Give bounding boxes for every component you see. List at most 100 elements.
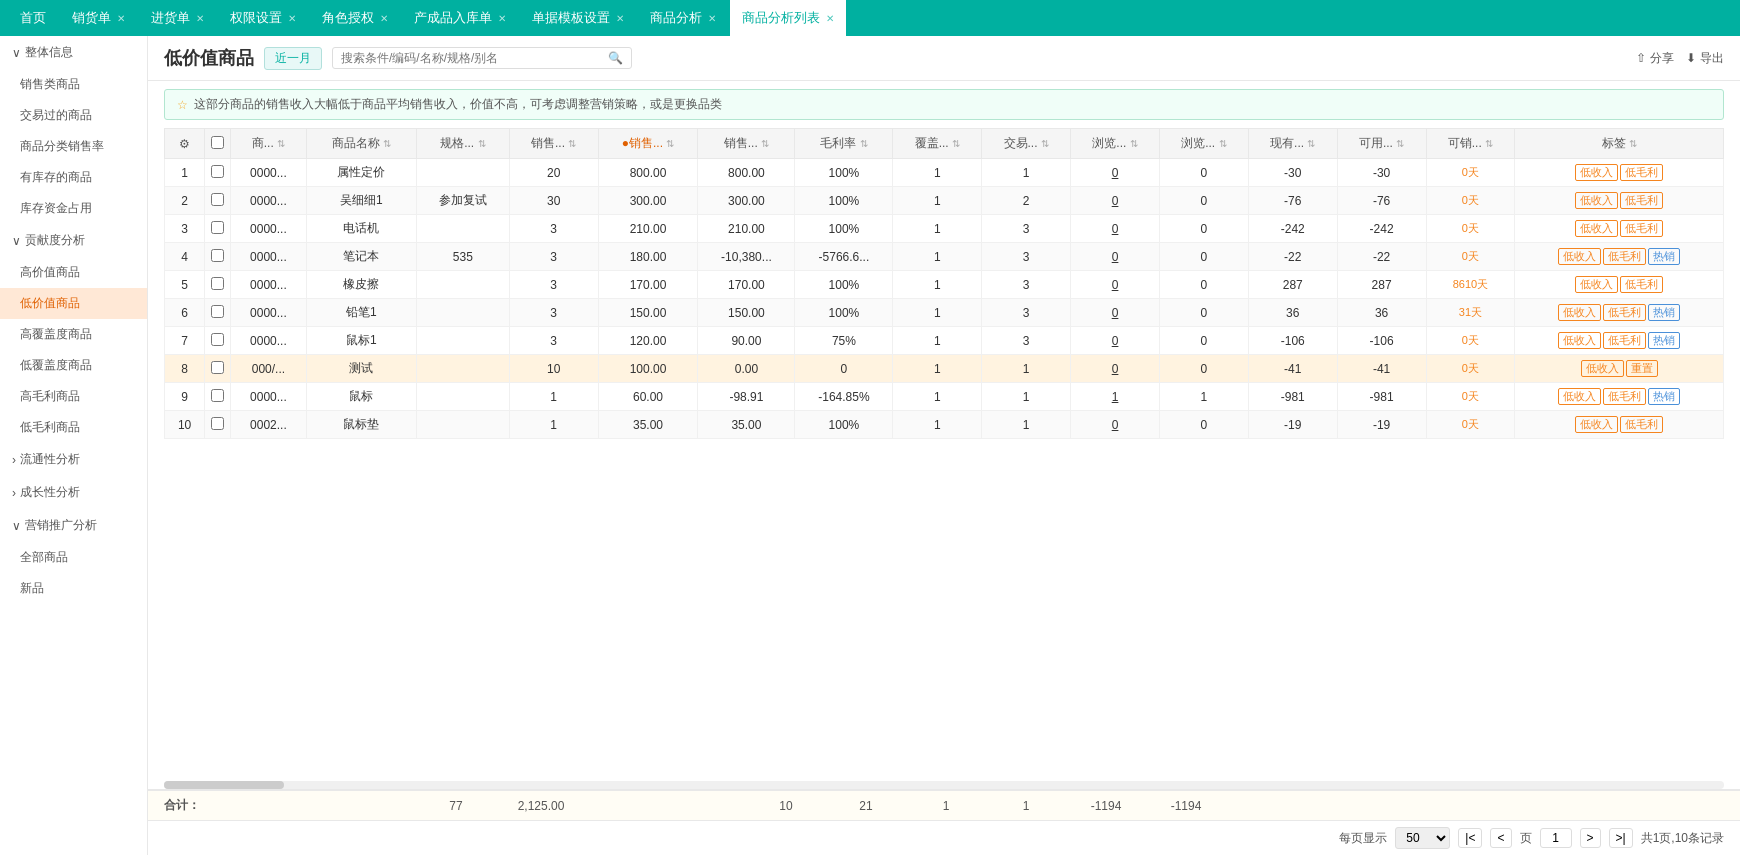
cell-checkbox[interactable] — [205, 243, 231, 271]
cell-checkbox[interactable] — [205, 411, 231, 439]
sort-spec-icon[interactable]: ⇅ — [478, 138, 486, 149]
sort-id-icon[interactable]: ⇅ — [277, 138, 285, 149]
sidebar-group-growth[interactable]: › 成长性分析 — [0, 476, 147, 509]
browse1-link[interactable]: 0 — [1112, 418, 1119, 432]
select-all-checkbox[interactable] — [211, 136, 224, 149]
nav-permission-close-icon[interactable]: ✕ — [288, 13, 296, 24]
sidebar-item-high-margin[interactable]: 高毛利商品 — [0, 381, 147, 412]
sort-cur-icon[interactable]: ⇅ — [1307, 138, 1315, 149]
sidebar-item-stock-products[interactable]: 有库存的商品 — [0, 162, 147, 193]
col-margin[interactable]: 毛利率 ⇅ — [795, 129, 893, 159]
nav-home[interactable]: 首页 — [8, 0, 58, 36]
sort-name-icon[interactable]: ⇅ — [383, 138, 391, 149]
col-avail[interactable]: 可用... ⇅ — [1337, 129, 1426, 159]
col-sellable[interactable]: 可销... ⇅ — [1426, 129, 1515, 159]
sort-s3-icon[interactable]: ⇅ — [761, 138, 769, 149]
sidebar-group-liquidity[interactable]: › 流通性分析 — [0, 443, 147, 476]
share-button[interactable]: ⇧ 分享 — [1636, 50, 1674, 67]
browse1-link[interactable]: 0 — [1112, 250, 1119, 264]
cell-checkbox[interactable] — [205, 159, 231, 187]
browse1-link[interactable]: 0 — [1112, 334, 1119, 348]
cell-checkbox[interactable] — [205, 299, 231, 327]
sidebar-item-sales-products[interactable]: 销售类商品 — [0, 69, 147, 100]
nav-product-analysis[interactable]: 商品分析 ✕ — [638, 0, 728, 36]
cell-checkbox[interactable] — [205, 327, 231, 355]
col-cover[interactable]: 覆盖... ⇅ — [893, 129, 982, 159]
browse1-link[interactable]: 0 — [1112, 362, 1119, 376]
sidebar-group-overall[interactable]: ∨ 整体信息 — [0, 36, 147, 69]
sidebar-item-high-coverage[interactable]: 高覆盖度商品 — [0, 319, 147, 350]
browse1-link[interactable]: 0 — [1112, 166, 1119, 180]
sidebar-item-low-value[interactable]: 低价值商品 — [0, 288, 147, 319]
sidebar-item-traded-products[interactable]: 交易过的商品 — [0, 100, 147, 131]
col-browse2[interactable]: 浏览... ⇅ — [1159, 129, 1248, 159]
col-current[interactable]: 现有... ⇅ — [1248, 129, 1337, 159]
nav-role-auth[interactable]: 角色授权 ✕ — [310, 0, 400, 36]
search-icon[interactable]: 🔍 — [608, 51, 623, 65]
nav-purchase-order[interactable]: 进货单 ✕ — [139, 0, 216, 36]
sidebar-item-inventory-capital[interactable]: 库存资金占用 — [0, 193, 147, 224]
cell-checkbox[interactable] — [205, 383, 231, 411]
sort-s2-icon[interactable]: ⇅ — [666, 138, 674, 149]
nav-product-analysis-list[interactable]: 商品分析列表 ✕ — [730, 0, 846, 36]
sidebar-item-category-sales-rate[interactable]: 商品分类销售率 — [0, 131, 147, 162]
browse1-link[interactable]: 0 — [1112, 306, 1119, 320]
cell-checkbox[interactable] — [205, 271, 231, 299]
search-input[interactable] — [341, 51, 604, 65]
col-trade[interactable]: 交易... ⇅ — [982, 129, 1071, 159]
cell-checkbox[interactable] — [205, 355, 231, 383]
col-id[interactable]: 商... ⇅ — [231, 129, 307, 159]
cell-checkbox[interactable] — [205, 215, 231, 243]
filter-recent-month-button[interactable]: 近一月 — [264, 47, 322, 70]
sort-avail-icon[interactable]: ⇅ — [1396, 138, 1404, 149]
nav-sales-close-icon[interactable]: ✕ — [117, 13, 125, 24]
col-sales2[interactable]: ●销售... ⇅ — [598, 129, 698, 159]
sort-trade-icon[interactable]: ⇅ — [1041, 138, 1049, 149]
last-page-button[interactable]: >| — [1609, 828, 1633, 848]
col-checkbox[interactable] — [205, 129, 231, 159]
nav-pa-close-icon[interactable]: ✕ — [708, 13, 716, 24]
browse1-link[interactable]: 0 — [1112, 194, 1119, 208]
page-size-select[interactable]: 50 100 200 — [1395, 827, 1450, 849]
nav-purchase-close-icon[interactable]: ✕ — [196, 13, 204, 24]
sidebar-item-low-coverage[interactable]: 低覆盖度商品 — [0, 350, 147, 381]
sidebar-item-high-value[interactable]: 高价值商品 — [0, 257, 147, 288]
nav-sales-order[interactable]: 销货单 ✕ — [60, 0, 137, 36]
nav-template[interactable]: 单据模板设置 ✕ — [520, 0, 636, 36]
col-tags[interactable]: 标签 ⇅ — [1515, 129, 1724, 159]
sort-tags-icon[interactable]: ⇅ — [1629, 138, 1637, 149]
nav-template-close-icon[interactable]: ✕ — [616, 13, 624, 24]
sort-b2-icon[interactable]: ⇅ — [1219, 138, 1227, 149]
nav-product-inbound[interactable]: 产成品入库单 ✕ — [402, 0, 518, 36]
page-number-input[interactable] — [1540, 828, 1572, 848]
sidebar-group-marketing[interactable]: ∨ 营销推广分析 — [0, 509, 147, 542]
nav-role-close-icon[interactable]: ✕ — [380, 13, 388, 24]
col-spec[interactable]: 规格... ⇅ — [416, 129, 509, 159]
nav-product-close-icon[interactable]: ✕ — [498, 13, 506, 24]
col-setting[interactable]: ⚙ — [165, 129, 205, 159]
sort-sellable-icon[interactable]: ⇅ — [1485, 138, 1493, 149]
sort-cover-icon[interactable]: ⇅ — [952, 138, 960, 149]
sidebar-item-all-products[interactable]: 全部商品 — [0, 542, 147, 573]
cell-checkbox[interactable] — [205, 187, 231, 215]
col-sales3[interactable]: 销售... ⇅ — [698, 129, 795, 159]
browse1-link[interactable]: 0 — [1112, 222, 1119, 236]
sort-margin-icon[interactable]: ⇅ — [860, 138, 868, 149]
sidebar-item-low-margin[interactable]: 低毛利商品 — [0, 412, 147, 443]
nav-permission[interactable]: 权限设置 ✕ — [218, 0, 308, 36]
horizontal-scrollbar[interactable] — [164, 781, 1724, 789]
nav-pal-close-icon[interactable]: ✕ — [826, 13, 834, 24]
browse1-link[interactable]: 1 — [1112, 390, 1119, 404]
scrollbar-thumb[interactable] — [164, 781, 284, 789]
export-button[interactable]: ⬇ 导出 — [1686, 50, 1724, 67]
sort-s1-icon[interactable]: ⇅ — [568, 138, 576, 149]
sidebar-item-new-products[interactable]: 新品 — [0, 573, 147, 604]
next-page-button[interactable]: > — [1580, 828, 1601, 848]
sidebar-group-contribution[interactable]: ∨ 贡献度分析 — [0, 224, 147, 257]
browse1-link[interactable]: 0 — [1112, 278, 1119, 292]
col-name[interactable]: 商品名称 ⇅ — [306, 129, 416, 159]
col-browse1[interactable]: 浏览... ⇅ — [1071, 129, 1160, 159]
first-page-button[interactable]: |< — [1458, 828, 1482, 848]
prev-page-button[interactable]: < — [1490, 828, 1511, 848]
sort-b1-icon[interactable]: ⇅ — [1130, 138, 1138, 149]
